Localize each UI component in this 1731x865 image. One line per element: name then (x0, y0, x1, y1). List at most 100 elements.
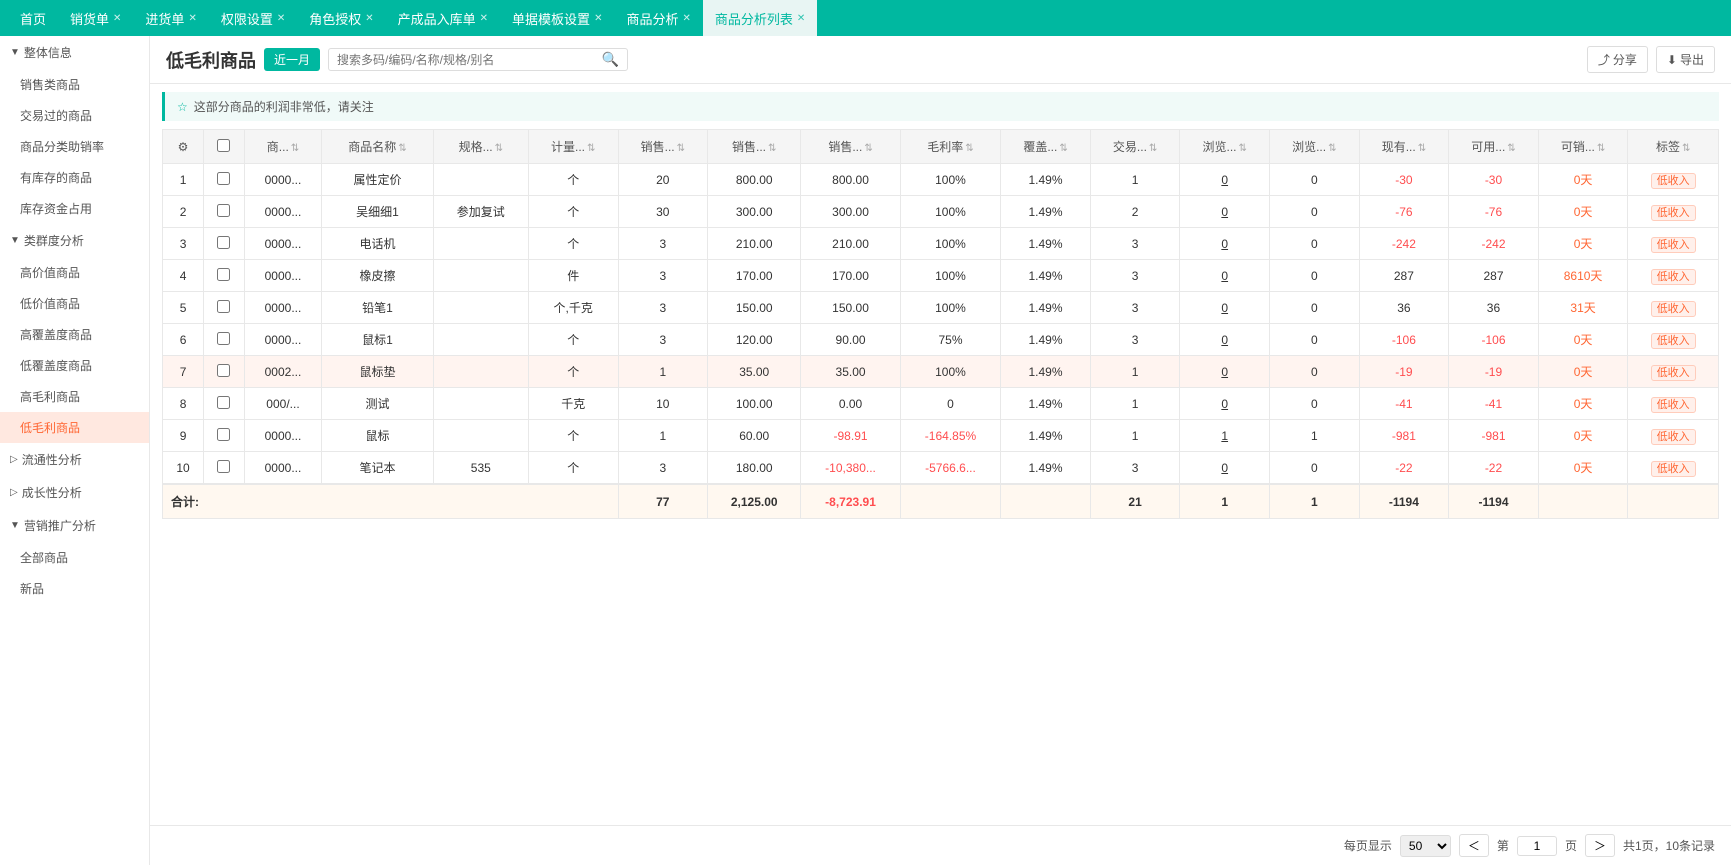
col-transactions[interactable]: 交易...⇅ (1090, 130, 1180, 164)
col-code[interactable]: 商...⇅ (244, 130, 322, 164)
row-code: 0000... (244, 196, 322, 228)
col-tag[interactable]: 标签⇅ (1628, 130, 1719, 164)
nav-role[interactable]: 角色授权 ✕ (297, 0, 385, 36)
sidebar-item-high-value[interactable]: 高价值商品 (0, 257, 149, 288)
col-sales-qty[interactable]: 销售...⇅ (618, 130, 708, 164)
row-current-stock: 36 (1359, 292, 1449, 324)
sidebar-item-category-rate[interactable]: 商品分类助销率 (0, 131, 149, 162)
row-sales-qty: 1 (618, 356, 708, 388)
row-checkbox[interactable] (204, 196, 245, 228)
row-views1[interactable]: 0 (1180, 228, 1270, 260)
search-input[interactable] (337, 53, 602, 67)
current-page-input[interactable] (1517, 836, 1557, 856)
row-views1[interactable]: 0 (1180, 196, 1270, 228)
sidebar-item-sales-products[interactable]: 销售类商品 (0, 69, 149, 100)
close-icon[interactable]: ✕ (594, 13, 602, 24)
row-current-stock: -242 (1359, 228, 1449, 260)
nav-permission[interactable]: 权限设置 ✕ (209, 0, 297, 36)
sidebar-group-cluster[interactable]: ▼ 类群度分析 (0, 224, 149, 257)
col-saleable[interactable]: 可销...⇅ (1538, 130, 1628, 164)
col-settings[interactable]: ⚙ (163, 130, 204, 164)
row-views1[interactable]: 0 (1180, 324, 1270, 356)
sidebar-item-high-coverage[interactable]: 高覆盖度商品 (0, 319, 149, 350)
total-sales-amount: 2,125.00 (708, 484, 801, 519)
time-filter-button[interactable]: 近一月 (264, 48, 320, 71)
nav-sales-order[interactable]: 销货单 ✕ (58, 0, 133, 36)
share-button[interactable]: ⤴ 分享 (1587, 46, 1648, 73)
row-coverage: 1.49% (1001, 292, 1091, 324)
total-available: -1194 (1449, 484, 1539, 519)
col-available[interactable]: 可用...⇅ (1449, 130, 1539, 164)
row-saleable: 0天 (1538, 356, 1628, 388)
close-icon[interactable]: ✕ (480, 13, 488, 24)
row-views1[interactable]: 0 (1180, 164, 1270, 196)
sidebar-item-new-products[interactable]: 新品 (0, 573, 149, 604)
sidebar-item-low-margin[interactable]: 低毛利商品 (0, 412, 149, 443)
sidebar-item-all-products[interactable]: 全部商品 (0, 542, 149, 573)
sidebar-group-growth[interactable]: ▷ 成长性分析 (0, 476, 149, 509)
nav-purchase-order[interactable]: 进货单 ✕ (133, 0, 208, 36)
row-checkbox[interactable] (204, 388, 245, 420)
col-sales-amount[interactable]: 销售...⇅ (708, 130, 801, 164)
row-checkbox[interactable] (204, 452, 245, 485)
row-no: 9 (163, 420, 204, 452)
row-code: 000/... (244, 388, 322, 420)
row-spec (433, 228, 528, 260)
row-views1[interactable]: 1 (1180, 420, 1270, 452)
sidebar-item-traded-products[interactable]: 交易过的商品 (0, 100, 149, 131)
select-all-checkbox[interactable] (217, 139, 230, 152)
row-checkbox[interactable] (204, 356, 245, 388)
row-views1[interactable]: 0 (1180, 452, 1270, 485)
next-page-button[interactable]: ＞ (1585, 834, 1615, 857)
col-coverage[interactable]: 覆盖...⇅ (1001, 130, 1091, 164)
search-box: 🔍 (328, 48, 628, 71)
close-icon[interactable]: ✕ (277, 13, 285, 24)
nav-product-inbound[interactable]: 产成品入库单 ✕ (386, 0, 500, 36)
nav-product-analysis[interactable]: 商品分析 ✕ (614, 0, 702, 36)
col-sales-profit[interactable]: 销售...⇅ (801, 130, 900, 164)
col-views1[interactable]: 浏览...⇅ (1180, 130, 1270, 164)
row-code: 0000... (244, 228, 322, 260)
sidebar-group-circulation[interactable]: ▷ 流通性分析 (0, 443, 149, 476)
row-checkbox[interactable] (204, 292, 245, 324)
col-views2[interactable]: 浏览...⇅ (1270, 130, 1360, 164)
row-current-stock: -22 (1359, 452, 1449, 485)
row-views1[interactable]: 0 (1180, 356, 1270, 388)
prev-page-button[interactable]: ＜ (1459, 834, 1489, 857)
close-icon[interactable]: ✕ (365, 13, 373, 24)
nav-home[interactable]: 首页 (8, 0, 58, 36)
row-views1[interactable]: 0 (1180, 292, 1270, 324)
col-checkbox[interactable] (204, 130, 245, 164)
col-spec[interactable]: 规格...⇅ (433, 130, 528, 164)
row-checkbox[interactable] (204, 324, 245, 356)
sidebar-item-stocked-products[interactable]: 有库存的商品 (0, 162, 149, 193)
col-unit[interactable]: 计量...⇅ (528, 130, 618, 164)
sidebar-item-stock-capital[interactable]: 库存资金占用 (0, 193, 149, 224)
row-unit: 个 (528, 164, 618, 196)
col-gross-rate[interactable]: 毛利率⇅ (900, 130, 1000, 164)
row-checkbox[interactable] (204, 420, 245, 452)
row-code: 0002... (244, 356, 322, 388)
export-button[interactable]: ⬇ 导出 (1656, 46, 1715, 73)
close-icon[interactable]: ✕ (188, 13, 196, 24)
nav-template-settings[interactable]: 单据模板设置 ✕ (500, 0, 614, 36)
sidebar-item-high-margin[interactable]: 高毛利商品 (0, 381, 149, 412)
close-icon[interactable]: ✕ (797, 13, 805, 24)
sidebar-item-low-value[interactable]: 低价值商品 (0, 288, 149, 319)
col-current-stock[interactable]: 现有...⇅ (1359, 130, 1449, 164)
nav-product-analysis-list[interactable]: 商品分析列表 ✕ (703, 0, 817, 36)
row-views1[interactable]: 0 (1180, 388, 1270, 420)
close-icon[interactable]: ✕ (682, 13, 690, 24)
row-sales-qty: 20 (618, 164, 708, 196)
sidebar-group-overall[interactable]: ▼ 整体信息 (0, 36, 149, 69)
col-name[interactable]: 商品名称⇅ (322, 130, 433, 164)
row-checkbox[interactable] (204, 164, 245, 196)
sidebar-group-marketing[interactable]: ▼ 营销推广分析 (0, 509, 149, 542)
row-checkbox[interactable] (204, 228, 245, 260)
row-views1[interactable]: 0 (1180, 260, 1270, 292)
row-checkbox[interactable] (204, 260, 245, 292)
search-icon[interactable]: 🔍 (602, 51, 619, 68)
close-icon[interactable]: ✕ (113, 13, 121, 24)
sidebar-item-low-coverage[interactable]: 低覆盖度商品 (0, 350, 149, 381)
per-page-select[interactable]: 50 20 100 (1400, 835, 1451, 857)
